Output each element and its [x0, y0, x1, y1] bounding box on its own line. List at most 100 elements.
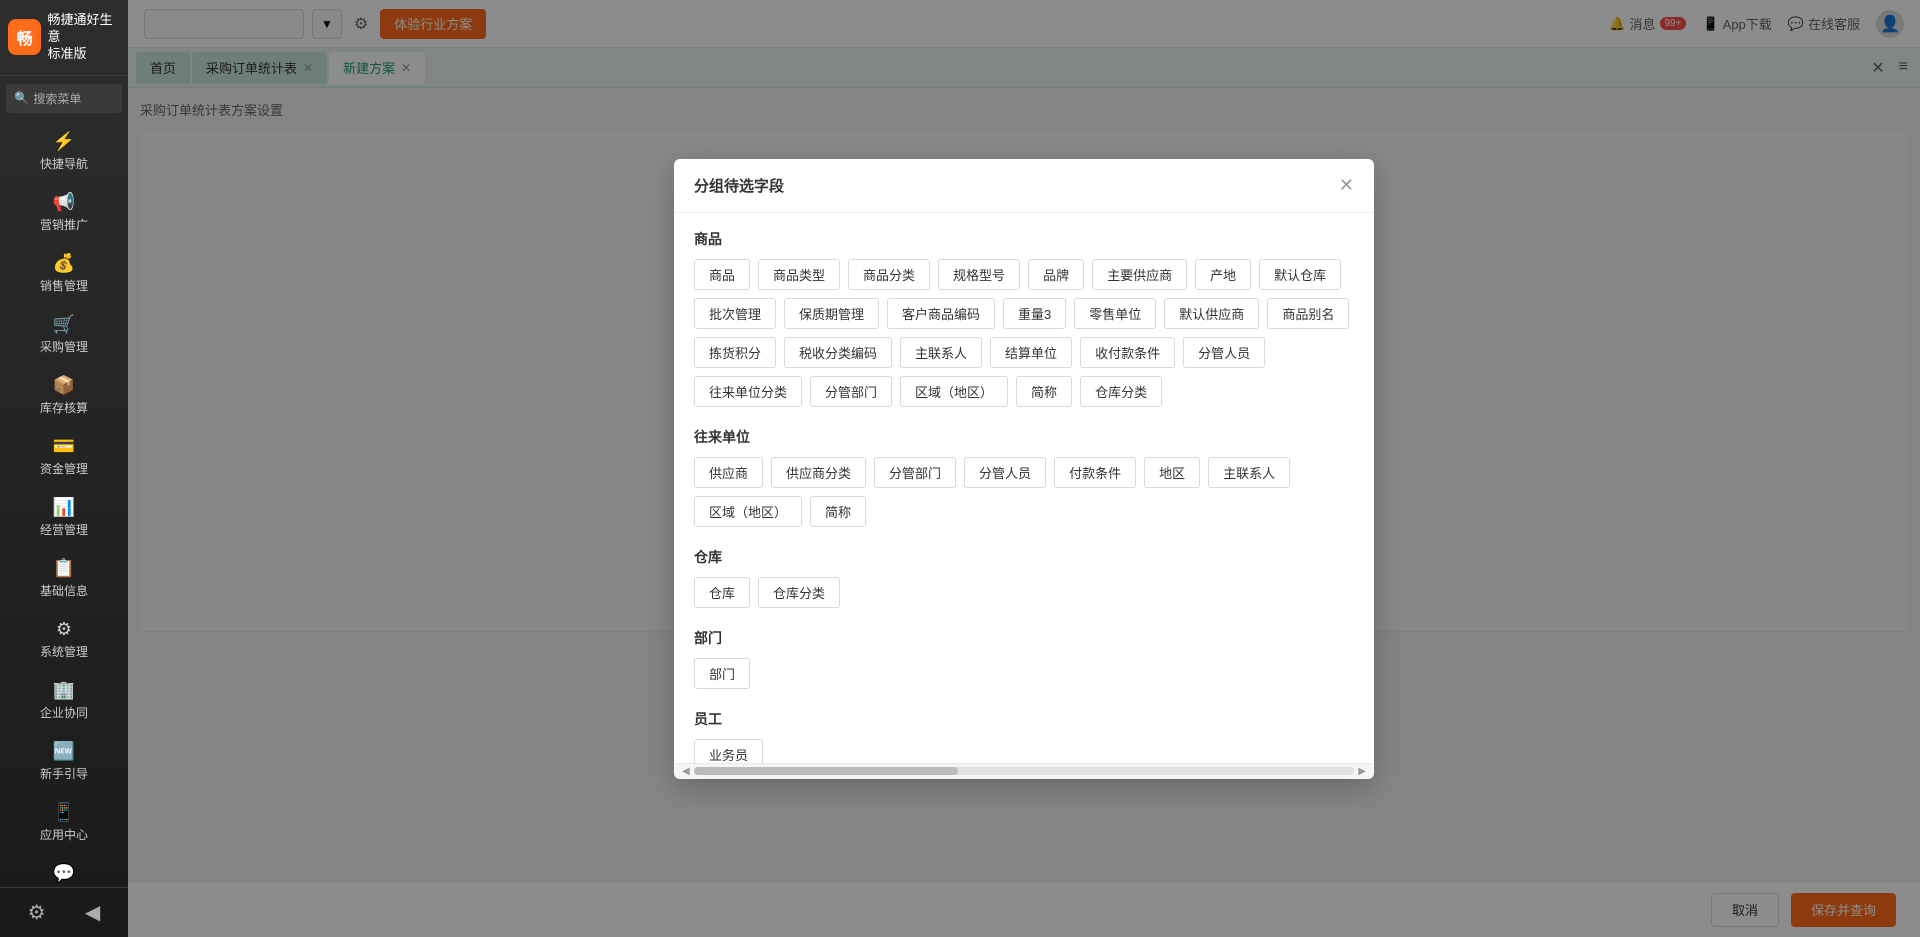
section-title-dept: 部门 [694, 628, 1354, 648]
quick-nav-icon: ⚡ [53, 131, 75, 152]
field-tag-简称[interactable]: 简称 [1016, 376, 1072, 407]
field-tag-商品分类[interactable]: 商品分类 [848, 259, 930, 290]
scroll-right-icon[interactable]: ▶ [1354, 766, 1370, 777]
field-tag-保质期管理[interactable]: 保质期管理 [784, 298, 879, 329]
settings-icon[interactable]: ⚙ [24, 896, 50, 929]
sidebar-item-purchase[interactable]: 🛒采购管理 [0, 304, 128, 365]
app-logo-icon: 畅 [8, 19, 41, 55]
sidebar-item-operations[interactable]: 📊经营管理 [0, 487, 128, 548]
modal-overlay: 分组待选字段 ✕ 商品商品商品类型商品分类规格型号品牌主要供应商产地默认仓库批次… [128, 0, 1920, 937]
section-title-staff: 员工 [694, 709, 1354, 729]
sidebar-item-finance[interactable]: 💳资金管理 [0, 426, 128, 487]
field-tag-供应商分类[interactable]: 供应商分类 [771, 457, 866, 488]
field-tag-地区[interactable]: 地区 [1144, 457, 1200, 488]
hscroll-thumb [694, 767, 958, 775]
section-title-warehouse: 仓库 [694, 547, 1354, 567]
sidebar-item-wechat[interactable]: 💬企业微信 [0, 853, 128, 887]
section-staff: 员工业务员 [694, 709, 1354, 763]
field-tag-供应商[interactable]: 供应商 [694, 457, 763, 488]
modal-dialog: 分组待选字段 ✕ 商品商品商品类型商品分类规格型号品牌主要供应商产地默认仓库批次… [674, 159, 1374, 779]
modal-body: 商品商品商品类型商品分类规格型号品牌主要供应商产地默认仓库批次管理保质期管理客户… [674, 213, 1374, 763]
field-tag-付款条件[interactable]: 付款条件 [1054, 457, 1136, 488]
app-center-icon: 📱 [53, 802, 75, 823]
field-tag-仓库[interactable]: 仓库 [694, 577, 750, 608]
field-tag-仓库分类[interactable]: 仓库分类 [1080, 376, 1162, 407]
field-tag-零售单位[interactable]: 零售单位 [1074, 298, 1156, 329]
sidebar-item-app-center[interactable]: 📱应用中心 [0, 792, 128, 853]
app-logo-text: 畅捷通好生意 标准版 [47, 12, 120, 63]
field-tag-分管部门[interactable]: 分管部门 [874, 457, 956, 488]
sales-icon: 💰 [53, 253, 75, 274]
field-tag-往来单位分类[interactable]: 往来单位分类 [694, 376, 802, 407]
purchase-icon: 🛒 [53, 314, 75, 335]
section-dept: 部门部门 [694, 628, 1354, 689]
sidebar-item-base-info[interactable]: 📋基础信息 [0, 548, 128, 609]
sidebar-item-inventory[interactable]: 📦库存核算 [0, 365, 128, 426]
section-partner: 往来单位供应商供应商分类分管部门分管人员付款条件地区主联系人区域（地区） 简称 [694, 427, 1354, 527]
sidebar-search[interactable]: 🔍 搜索菜单 [6, 84, 121, 113]
sidebar-item-sales[interactable]: 💰销售管理 [0, 243, 128, 304]
sidebar-item-enterprise[interactable]: 🏢企业协同 [0, 670, 128, 731]
field-tags-goods: 商品商品类型商品分类规格型号品牌主要供应商产地默认仓库批次管理保质期管理客户商品… [694, 259, 1354, 407]
field-tag-部门[interactable]: 部门 [694, 658, 750, 689]
sidebar-item-marketing[interactable]: 📢营销推广 [0, 182, 128, 243]
field-tag-默认仓库[interactable]: 默认仓库 [1259, 259, 1341, 290]
field-tag-商品[interactable]: 商品 [694, 259, 750, 290]
field-tag-收付款条件[interactable]: 收付款条件 [1080, 337, 1175, 368]
inventory-icon: 📦 [53, 375, 75, 396]
section-goods: 商品商品商品类型商品分类规格型号品牌主要供应商产地默认仓库批次管理保质期管理客户… [694, 229, 1354, 407]
field-tag-商品别名[interactable]: 商品别名 [1267, 298, 1349, 329]
wechat-icon: 💬 [53, 863, 75, 884]
field-tag-主要供应商[interactable]: 主要供应商 [1092, 259, 1187, 290]
hscroll-track [694, 767, 1355, 775]
field-tags-partner: 供应商供应商分类分管部门分管人员付款条件地区主联系人区域（地区） 简称 [694, 457, 1354, 527]
enterprise-icon: 🏢 [53, 680, 75, 701]
field-tag-分管人员[interactable]: 分管人员 [964, 457, 1046, 488]
section-title-goods: 商品 [694, 229, 1354, 249]
field-tag-产地[interactable]: 产地 [1195, 259, 1251, 290]
field-tag-结算单位[interactable]: 结算单位 [990, 337, 1072, 368]
search-icon: 🔍 [14, 91, 29, 105]
modal-footer-scrollbar[interactable]: ◀ ▶ [674, 763, 1374, 779]
field-tag-默认供应商[interactable]: 默认供应商 [1164, 298, 1259, 329]
section-title-partner: 往来单位 [694, 427, 1354, 447]
sidebar-item-system[interactable]: ⚙系统管理 [0, 609, 128, 670]
field-tag-商品类型[interactable]: 商品类型 [758, 259, 840, 290]
sidebar-nav: ⚡快捷导航📢营销推广💰销售管理🛒采购管理📦库存核算💳资金管理📊经营管理📋基础信息… [0, 121, 128, 887]
system-icon: ⚙ [56, 619, 72, 640]
field-tag-品牌[interactable]: 品牌 [1028, 259, 1084, 290]
back-icon[interactable]: ◀ [81, 896, 104, 929]
field-tag-分管人员[interactable]: 分管人员 [1183, 337, 1265, 368]
field-tag-客户商品编码[interactable]: 客户商品编码 [887, 298, 995, 329]
field-tag-主联系人[interactable]: 主联系人 [900, 337, 982, 368]
field-tag-业务员[interactable]: 业务员 [694, 739, 763, 763]
sidebar: 畅 畅捷通好生意 标准版 🔍 搜索菜单 ⚡快捷导航📢营销推广💰销售管理🛒采购管理… [0, 0, 128, 937]
field-tag-区域（地区）[interactable]: 区域（地区） [694, 496, 802, 527]
sidebar-item-quick-nav[interactable]: ⚡快捷导航 [0, 121, 128, 182]
modal-title: 分组待选字段 [694, 175, 784, 196]
field-tag-区域（地区）[interactable]: 区域（地区） [900, 376, 1008, 407]
field-tag-重量3[interactable]: 重量3 [1003, 298, 1066, 329]
field-tags-staff: 业务员 [694, 739, 1354, 763]
field-tag-简称[interactable]: 简称 [810, 496, 866, 527]
modal-header: 分组待选字段 ✕ [674, 159, 1374, 213]
field-tags-dept: 部门 [694, 658, 1354, 689]
section-warehouse: 仓库仓库仓库分类 [694, 547, 1354, 608]
sidebar-item-guide[interactable]: 🆕新手引导 [0, 731, 128, 792]
field-tag-拣货积分[interactable]: 拣货积分 [694, 337, 776, 368]
modal-close-button[interactable]: ✕ [1339, 176, 1354, 194]
guide-icon: 🆕 [53, 741, 75, 762]
finance-icon: 💳 [53, 436, 75, 457]
field-tag-分管部门[interactable]: 分管部门 [810, 376, 892, 407]
operations-icon: 📊 [53, 497, 75, 518]
sidebar-logo: 畅 畅捷通好生意 标准版 [0, 0, 128, 76]
field-tag-批次管理[interactable]: 批次管理 [694, 298, 776, 329]
field-tag-仓库分类[interactable]: 仓库分类 [758, 577, 840, 608]
field-tag-规格型号[interactable]: 规格型号 [938, 259, 1020, 290]
base-info-icon: 📋 [53, 558, 75, 579]
field-tag-税收分类编码[interactable]: 税收分类编码 [784, 337, 892, 368]
sidebar-bottom: ⚙ ◀ [0, 887, 128, 937]
field-tag-主联系人[interactable]: 主联系人 [1208, 457, 1290, 488]
marketing-icon: 📢 [53, 192, 75, 213]
scroll-left-icon[interactable]: ◀ [678, 766, 694, 777]
